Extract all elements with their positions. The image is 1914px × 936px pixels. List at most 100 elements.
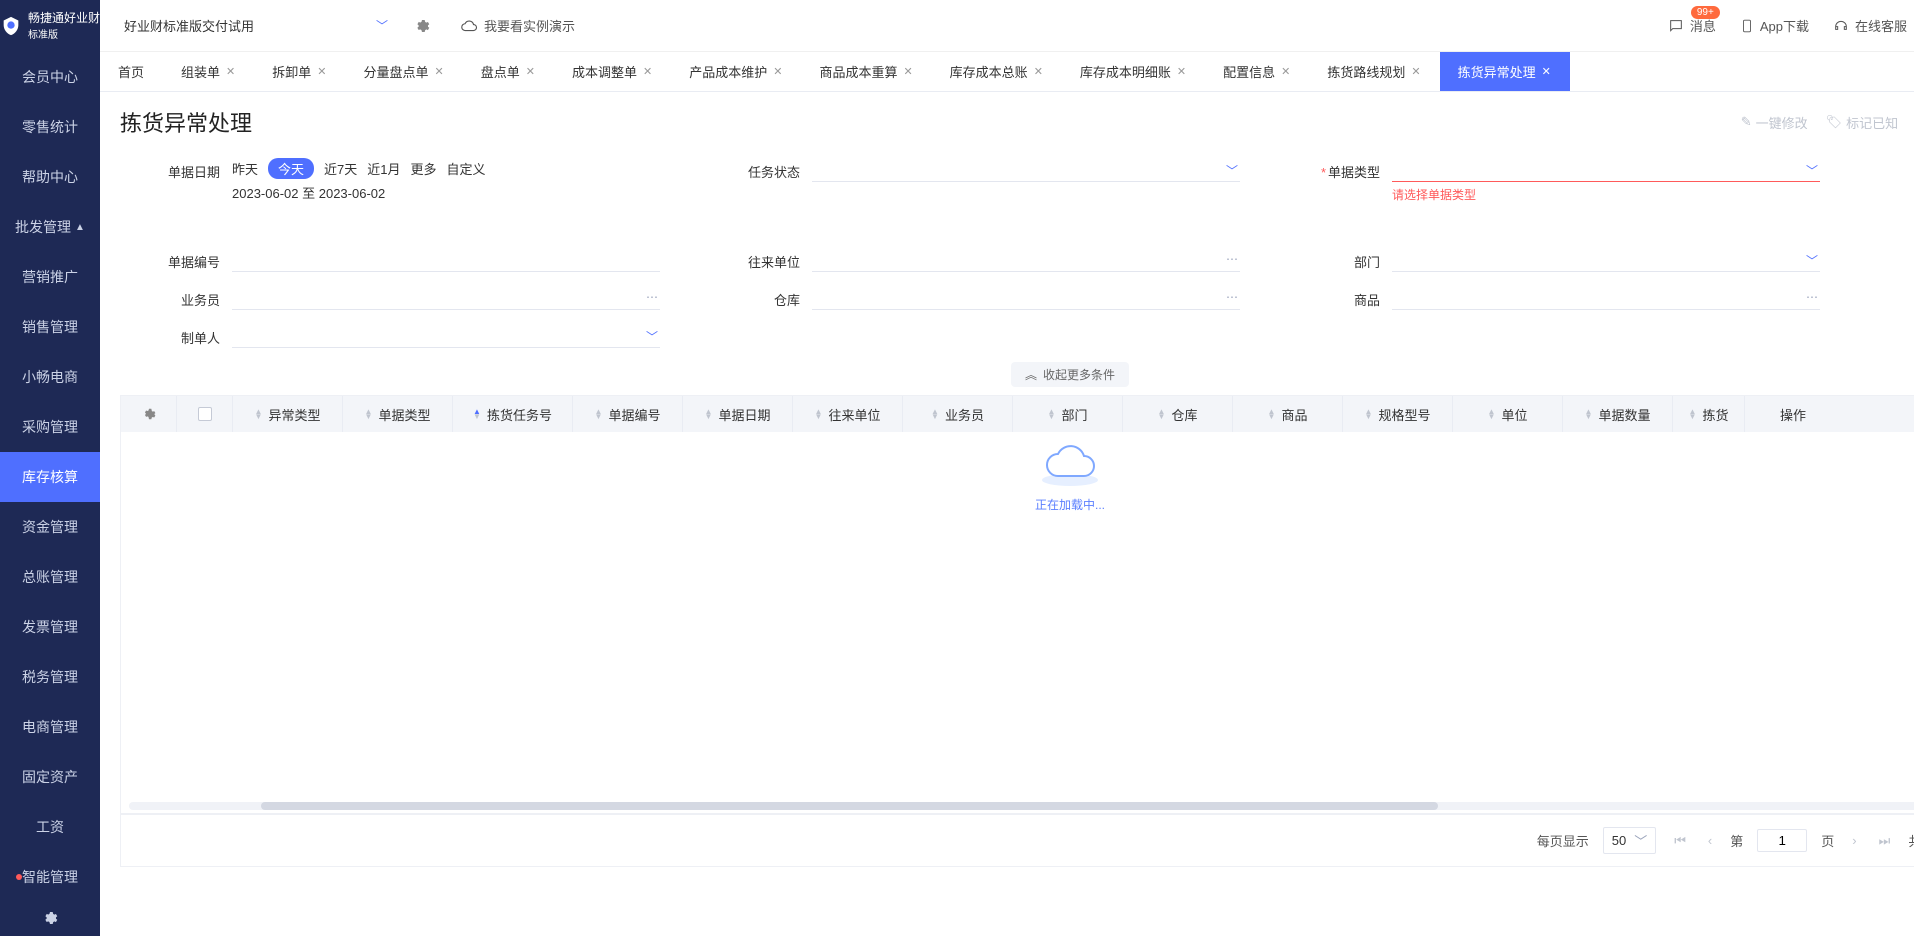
sidebar-item[interactable]: 工资 [0,802,100,852]
sort-icon[interactable]: ▲▼ [1158,409,1166,419]
table-column-header[interactable]: ▲▼仓库 [1123,396,1233,432]
date-quick-option[interactable]: 自定义 [447,159,486,178]
sort-icon[interactable]: ▲▼ [595,409,603,419]
table-column-header[interactable]: ▲▼商品 [1233,396,1343,432]
creator-select[interactable] [232,324,660,348]
tab[interactable]: 盘点单✕ [463,52,554,91]
sidebar-item[interactable]: 固定资产 [0,752,100,802]
dept-select[interactable] [1392,248,1820,272]
tab[interactable]: 库存成本总账✕ [932,52,1062,91]
close-icon[interactable]: ✕ [1177,65,1186,78]
sidebar-item[interactable]: 销售管理 [0,302,100,352]
app-download-button[interactable]: App下载 [1740,16,1809,35]
tab[interactable]: 库存成本明细账✕ [1062,52,1205,91]
more-icon[interactable]: ⋯ [1806,290,1818,304]
table-column-header[interactable]: ▲▼往来单位 [793,396,903,432]
sidebar-item[interactable]: 小畅电商 [0,352,100,402]
date-quick-option[interactable]: 今天 [268,158,314,179]
collapse-filters-button[interactable]: ︽ 收起更多条件 [1011,362,1129,387]
page-number-input[interactable] [1757,829,1807,852]
partner-input[interactable] [812,248,1240,272]
sidebar-item[interactable]: 会员中心 [0,52,100,102]
sort-icon[interactable]: ▲▼ [1048,409,1056,419]
settings-icon[interactable] [42,910,58,926]
sidebar-item[interactable]: 资金管理 [0,502,100,552]
tab[interactable]: 组装单✕ [163,52,254,91]
next-page-button[interactable]: › [1848,833,1860,848]
doc-no-input[interactable] [232,248,660,272]
sort-icon[interactable]: ▲▼ [1268,409,1276,419]
table-column-header[interactable]: ▲▼规格型号 [1343,396,1453,432]
sort-icon[interactable]: ▲▼ [473,409,481,419]
prev-page-button[interactable]: ‹ [1704,833,1716,848]
sort-icon[interactable]: ▲▼ [1585,409,1593,419]
sidebar-item[interactable]: 批发管理▲ [0,202,100,252]
close-icon[interactable]: ✕ [317,65,326,78]
close-icon[interactable]: ✕ [526,65,535,78]
more-icon[interactable]: ⋯ [1226,252,1238,266]
tab[interactable]: 拆卸单✕ [254,52,345,91]
chevron-down-icon[interactable]: ﹀ [1806,252,1818,269]
sort-icon[interactable]: ▲▼ [365,409,373,419]
close-icon[interactable]: ✕ [226,65,235,78]
chevron-down-icon[interactable]: ﹀ [1806,162,1818,179]
warehouse-input[interactable] [812,286,1240,310]
close-icon[interactable]: ✕ [1542,65,1551,78]
product-input[interactable] [1392,286,1820,310]
sort-icon[interactable]: ▲▼ [1488,409,1496,419]
table-column-header[interactable]: ▲▼单据编号 [573,396,683,432]
chevron-down-icon[interactable]: ﹀ [646,328,658,345]
sidebar-item[interactable]: 电商管理 [0,702,100,752]
first-page-button[interactable]: ⏮ [1670,833,1690,849]
date-quick-option[interactable]: 近7天 [324,159,357,178]
sidebar-item[interactable]: 零售统计 [0,102,100,152]
sort-icon[interactable]: ▲▼ [931,409,939,419]
sort-icon[interactable]: ▲▼ [815,409,823,419]
chevron-down-icon[interactable]: ﹀ [1226,162,1238,179]
staff-input[interactable] [232,286,660,310]
table-column-header[interactable]: ▲▼单据日期 [683,396,793,432]
close-icon[interactable]: ✕ [1411,65,1420,78]
tab[interactable]: 拣货路线规划✕ [1309,52,1439,91]
sort-icon[interactable]: ▲▼ [705,409,713,419]
page-size-select[interactable]: 50 ﹀ [1603,827,1656,854]
tab[interactable]: 配置信息✕ [1205,52,1309,91]
table-column-header[interactable]: ▲▼拣货 [1673,396,1745,432]
messages-button[interactable]: 消息 99+ [1668,16,1716,35]
table-column-header[interactable]: ▲▼单位 [1453,396,1563,432]
topbar-settings-icon[interactable] [414,18,430,34]
sort-icon[interactable]: ▲▼ [1365,409,1373,419]
sidebar-item[interactable]: 智能管理 [0,852,100,900]
table-column-header[interactable]: ▲▼单据类型 [343,396,453,432]
tab-home[interactable]: 首页 [100,52,163,91]
table-column-header[interactable]: ▲▼拣货任务号 [453,396,573,432]
horizontal-scrollbar[interactable] [120,798,1914,814]
sidebar-item[interactable]: 采购管理 [0,402,100,452]
product-selector[interactable]: 好业财标准版交付试用 ﹀ [116,12,396,39]
sidebar-item[interactable]: 库存核算 [0,452,100,502]
sort-icon[interactable]: ▲▼ [255,409,263,419]
tab[interactable]: 拣货异常处理✕ [1440,52,1570,91]
sidebar-item[interactable]: 税务管理 [0,652,100,702]
doc-type-select[interactable] [1392,158,1820,182]
task-status-select[interactable] [812,158,1240,182]
date-quick-option[interactable]: 昨天 [232,159,258,178]
sidebar-item[interactable]: 营销推广 [0,252,100,302]
tab[interactable]: 商品成本重算✕ [801,52,931,91]
sidebar-item[interactable]: 帮助中心 [0,152,100,202]
sort-icon[interactable]: ▲▼ [1689,409,1697,419]
table-column-header[interactable]: ▲▼部门 [1013,396,1123,432]
select-all-checkbox[interactable] [177,396,233,432]
date-quick-option[interactable]: 近1月 [367,159,400,178]
close-icon[interactable]: ✕ [903,65,912,78]
last-page-button[interactable]: ⏭ [1875,833,1895,849]
tab[interactable]: 分量盘点单✕ [346,52,463,91]
tab[interactable]: 产品成本维护✕ [671,52,801,91]
sidebar-item[interactable]: 发票管理 [0,602,100,652]
close-icon[interactable]: ✕ [643,65,652,78]
close-icon[interactable]: ✕ [1281,65,1290,78]
date-quick-option[interactable]: 更多 [411,159,437,178]
tab[interactable]: 成本调整单✕ [554,52,671,91]
table-config-button[interactable] [121,396,177,432]
table-column-header[interactable]: ▲▼业务员 [903,396,1013,432]
